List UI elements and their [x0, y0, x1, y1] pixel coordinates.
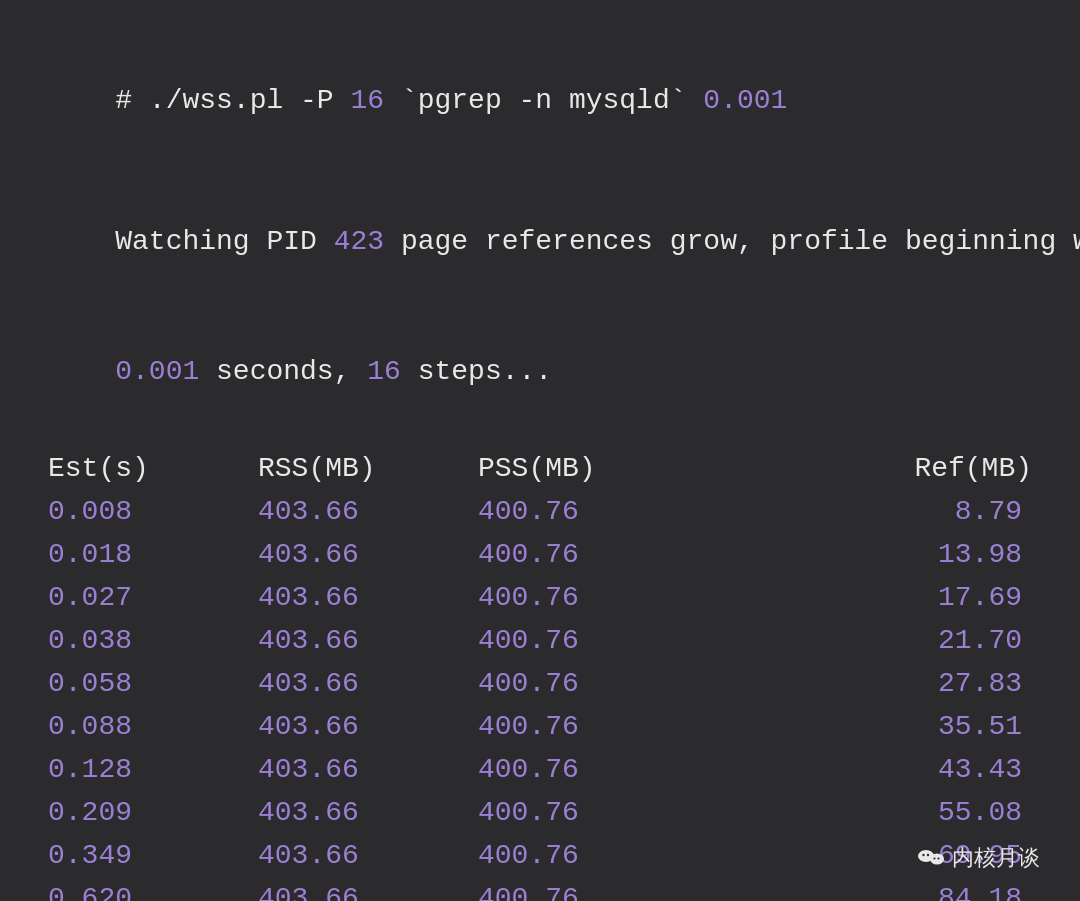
table-row: 0.027403.66400.7617.69: [48, 576, 1032, 619]
config-line: 0.001 seconds, 16 steps...: [48, 306, 1032, 436]
table-cell: 403.66: [248, 662, 468, 705]
config-val1: 0.001: [115, 356, 199, 387]
table-cell: 403.66: [248, 834, 468, 877]
table-row: 0.349403.66400.7669.95: [48, 834, 1032, 877]
table-cell: 21.70: [668, 619, 1032, 662]
table-cell: 84.18: [668, 877, 1032, 901]
table-cell: 55.08: [668, 791, 1032, 834]
config-val2: 16: [367, 356, 401, 387]
table-cell: 17.69: [668, 576, 1032, 619]
table-row: 0.058403.66400.7627.83: [48, 662, 1032, 705]
table-cell: 403.66: [248, 877, 468, 901]
svg-point-3: [927, 854, 929, 856]
table-cell: 0.209: [48, 791, 248, 834]
table-cell: 400.76: [468, 791, 668, 834]
table-cell: 0.620: [48, 877, 248, 901]
command-prefix: # ./wss.pl -P: [115, 85, 350, 116]
table-row: 0.008403.66400.768.79: [48, 490, 1032, 533]
table-cell: 403.66: [248, 791, 468, 834]
watching-text1: Watching PID: [115, 226, 333, 257]
table-cell: 0.058: [48, 662, 248, 705]
watermark: 内核月谈: [916, 843, 1040, 873]
svg-point-4: [933, 857, 935, 859]
table-header-row: Est(s) RSS(MB) PSS(MB) Ref(MB): [48, 447, 1032, 490]
table-cell: 403.66: [248, 533, 468, 576]
table-cell: 403.66: [248, 576, 468, 619]
svg-point-1: [930, 854, 944, 865]
table-cell: 0.088: [48, 705, 248, 748]
data-table: Est(s) RSS(MB) PSS(MB) Ref(MB) 0.008403.…: [48, 447, 1032, 901]
command-num1: 16: [350, 85, 384, 116]
watermark-text: 内核月谈: [952, 843, 1040, 873]
watching-pid: 423: [334, 226, 384, 257]
table-cell: 400.76: [468, 705, 668, 748]
svg-point-5: [937, 857, 939, 859]
table-row: 0.038403.66400.7621.70: [48, 619, 1032, 662]
col-header-ref: Ref(MB): [668, 447, 1032, 490]
table-row: 0.620403.66400.7684.18: [48, 877, 1032, 901]
table-cell: 0.027: [48, 576, 248, 619]
table-cell: 13.98: [668, 533, 1032, 576]
table-cell: 400.76: [468, 533, 668, 576]
table-cell: 0.018: [48, 533, 248, 576]
table-cell: 400.76: [468, 662, 668, 705]
watching-line: Watching PID 423 page references grow, p…: [48, 176, 1032, 306]
table-cell: 403.66: [248, 748, 468, 791]
table-cell: 8.79: [668, 490, 1032, 533]
command-num2: 0.001: [703, 85, 787, 116]
watching-text2: page references grow, profile beginning …: [384, 226, 1080, 257]
table-cell: 0.038: [48, 619, 248, 662]
wechat-icon: [916, 843, 946, 873]
col-header-est: Est(s): [48, 447, 248, 490]
table-cell: 400.76: [468, 877, 668, 901]
table-cell: 400.76: [468, 834, 668, 877]
table-row: 0.209403.66400.7655.08: [48, 791, 1032, 834]
table-row: 0.088403.66400.7635.51: [48, 705, 1032, 748]
config-text2: steps...: [401, 356, 552, 387]
table-cell: 400.76: [468, 748, 668, 791]
col-header-pss: PSS(MB): [468, 447, 668, 490]
table-cell: 400.76: [468, 619, 668, 662]
table-cell: 403.66: [248, 490, 468, 533]
table-cell: 0.008: [48, 490, 248, 533]
terminal-window: # ./wss.pl -P 16 `pgrep -n mysqld` 0.001…: [0, 0, 1080, 901]
table-cell: 403.66: [248, 705, 468, 748]
table-cell: 400.76: [468, 490, 668, 533]
table-cell: 35.51: [668, 705, 1032, 748]
table-cell: 403.66: [248, 619, 468, 662]
svg-point-2: [922, 854, 924, 856]
table-cell: 43.43: [668, 748, 1032, 791]
table-row: 0.018403.66400.7613.98: [48, 533, 1032, 576]
command-line: # ./wss.pl -P 16 `pgrep -n mysqld` 0.001: [48, 36, 1032, 166]
col-header-rss: RSS(MB): [248, 447, 468, 490]
table-cell: 27.83: [668, 662, 1032, 705]
table-row: 0.128403.66400.7643.43: [48, 748, 1032, 791]
command-middle: `pgrep -n mysqld`: [384, 85, 703, 116]
table-cell: 0.128: [48, 748, 248, 791]
table-cell: 0.349: [48, 834, 248, 877]
config-text1: seconds,: [199, 356, 367, 387]
table-cell: 400.76: [468, 576, 668, 619]
